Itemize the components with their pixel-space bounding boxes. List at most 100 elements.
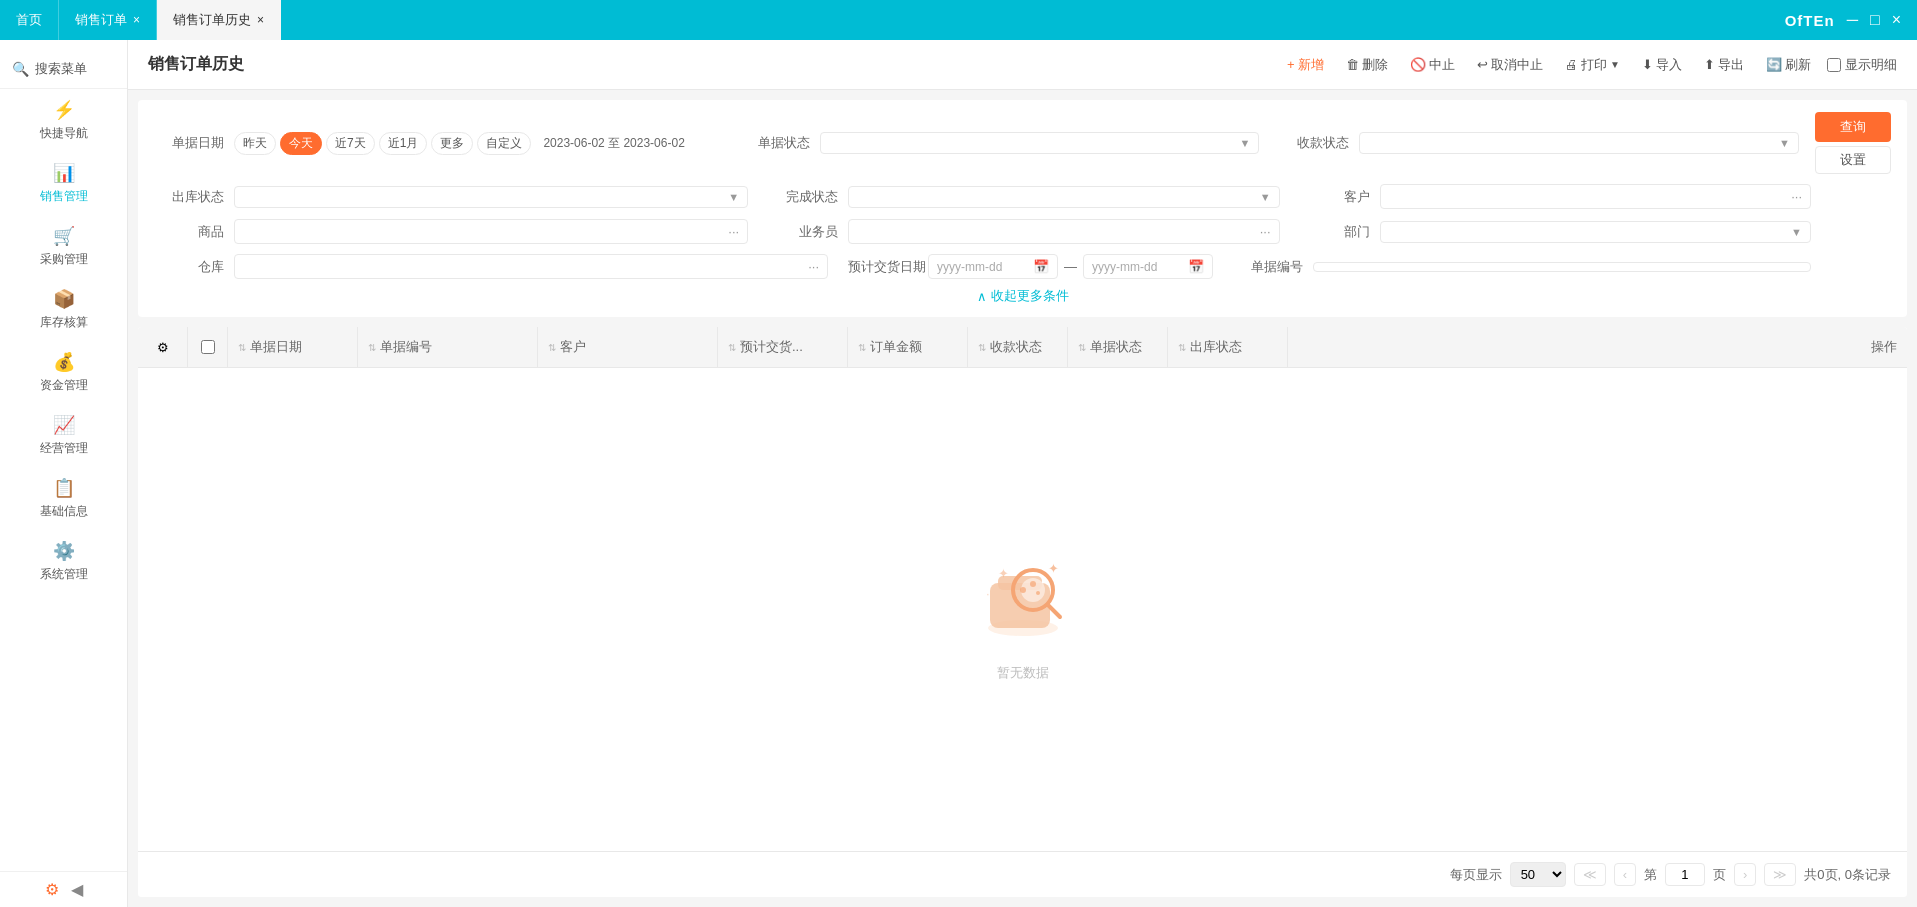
th-settings[interactable]: ⚙ [138, 327, 188, 367]
search-menu[interactable]: 🔍 搜索菜单 [0, 50, 127, 89]
calendar-icon2[interactable]: 📅 [1188, 259, 1204, 274]
complete-status-select[interactable]: ▼ [848, 186, 1279, 208]
date-btn-more[interactable]: 更多 [431, 132, 473, 155]
goods-input[interactable]: ··· [234, 219, 748, 244]
th-action: 操作 [1288, 327, 1907, 367]
empty-text: 暂无数据 [997, 664, 1049, 682]
delivery-date-end-input[interactable]: yyyy-mm-dd 📅 [1083, 254, 1213, 279]
query-button[interactable]: 查询 [1815, 112, 1891, 142]
goods-dots-icon[interactable]: ··· [728, 224, 739, 239]
complete-status-label: 完成状态 [768, 188, 848, 206]
payment-status-select[interactable]: ▼ [1359, 132, 1799, 154]
sidebar-item-purchase[interactable]: 🛒 采购管理 [0, 215, 127, 278]
sidebar-item-operations[interactable]: 📈 经营管理 [0, 404, 127, 467]
cancel-stop-button[interactable]: ↩ 取消中止 [1471, 52, 1549, 78]
date-label: 单据日期 [154, 134, 234, 152]
date-btn-custom[interactable]: 自定义 [477, 132, 531, 155]
date-separator: — [1058, 259, 1083, 274]
tab-sales-order-history-close[interactable]: × [257, 13, 264, 27]
page-input[interactable] [1665, 863, 1705, 886]
stop-button[interactable]: 🚫 中止 [1404, 52, 1461, 78]
brand-name: OfTEn [1785, 12, 1835, 29]
date-btn-yesterday[interactable]: 昨天 [234, 132, 276, 155]
th-delivery[interactable]: ⇅ 预计交货... [718, 327, 848, 367]
sidebar-item-system[interactable]: ⚙️ 系统管理 [0, 530, 127, 593]
window-close-icon[interactable]: × [1892, 11, 1901, 29]
sidebar-item-finance[interactable]: 💰 资金管理 [0, 341, 127, 404]
warehouse-input[interactable]: ··· [234, 254, 828, 279]
sort-icon4: ⇅ [728, 342, 736, 353]
svg-point-7 [1030, 581, 1036, 587]
salesperson-input[interactable]: ··· [848, 219, 1279, 244]
page-size-label: 每页显示 [1450, 866, 1502, 884]
sidebar-item-label: 快捷导航 [40, 125, 88, 142]
delivery-date-start-input[interactable]: yyyy-mm-dd 📅 [928, 254, 1058, 279]
th-checkbox[interactable] [188, 327, 228, 367]
sidebar-settings-icon[interactable]: ⚙ [45, 880, 59, 899]
date-range-display: 2023-06-02 至 2023-06-02 [543, 135, 684, 152]
sidebar-item-label: 采购管理 [40, 251, 88, 268]
display-detail-toggle[interactable]: 显示明细 [1827, 56, 1897, 74]
collapse-label: 收起更多条件 [991, 287, 1069, 305]
th-customer[interactable]: ⇅ 客户 [538, 327, 718, 367]
chevron-down-icon5: ▼ [1791, 226, 1802, 238]
tab-sales-order-close[interactable]: × [133, 13, 140, 27]
salesperson-dots-icon[interactable]: ··· [1260, 224, 1271, 239]
tab-sales-order-history[interactable]: 销售订单历史 × [157, 0, 281, 40]
sidebar-item-basic-info[interactable]: 📋 基础信息 [0, 467, 127, 530]
sort-icon5: ⇅ [858, 342, 866, 353]
page-size-select[interactable]: 50 10 20 100 [1510, 862, 1566, 887]
customer-input[interactable]: ··· [1380, 184, 1811, 209]
date-btn-today[interactable]: 今天 [280, 132, 322, 155]
out-status-select[interactable]: ▼ [234, 186, 748, 208]
date-btn-1month[interactable]: 近1月 [379, 132, 428, 155]
delivery-date-start-text: yyyy-mm-dd [937, 260, 1002, 274]
date-btn-7days[interactable]: 近7天 [326, 132, 375, 155]
tab-sales-order[interactable]: 销售订单 × [59, 0, 157, 40]
sort-icon6: ⇅ [978, 342, 986, 353]
th-date[interactable]: ⇅ 单据日期 [228, 327, 358, 367]
tab-home[interactable]: 首页 [0, 0, 59, 40]
page-first-btn[interactable]: ≪ [1574, 863, 1606, 886]
th-amount[interactable]: ⇅ 订单金额 [848, 327, 968, 367]
settings-button[interactable]: 设置 [1815, 146, 1891, 174]
import-button[interactable]: ⬇ 导入 [1636, 52, 1688, 78]
dept-select[interactable]: ▼ [1380, 221, 1811, 243]
window-maximize-icon[interactable]: □ [1870, 11, 1880, 29]
delete-button[interactable]: 🗑 删除 [1340, 52, 1394, 78]
order-status-select[interactable]: ▼ [820, 132, 1260, 154]
pagination: 每页显示 50 10 20 100 ≪ ‹ 第 页 › ≫ 共0页, 0条记录 [138, 851, 1907, 897]
operations-icon: 📈 [53, 414, 75, 436]
warehouse-dots-icon[interactable]: ··· [808, 259, 819, 274]
window-minimize-icon[interactable]: ─ [1847, 11, 1858, 29]
table-settings-icon[interactable]: ⚙ [157, 340, 169, 355]
refresh-button[interactable]: 🔄 刷新 [1760, 52, 1817, 78]
calendar-icon[interactable]: 📅 [1033, 259, 1049, 274]
svg-point-6 [1020, 587, 1026, 593]
order-no-input[interactable] [1313, 262, 1811, 272]
empty-illustration: ✦ ✦ · [968, 538, 1078, 648]
order-status-label: 单据状态 [740, 134, 820, 152]
sidebar-item-inventory[interactable]: 📦 库存核算 [0, 278, 127, 341]
print-dropdown-icon[interactable]: ▼ [1610, 59, 1620, 70]
print-button[interactable]: 🖨 打印 ▼ [1559, 52, 1626, 78]
th-payment-status[interactable]: ⇅ 收款状态 [968, 327, 1068, 367]
export-button[interactable]: ⬆ 导出 [1698, 52, 1750, 78]
sidebar-item-label: 库存核算 [40, 314, 88, 331]
collapse-more-conditions[interactable]: ∧ 收起更多条件 [154, 287, 1891, 305]
sidebar-item-sales[interactable]: 📊 销售管理 [0, 152, 127, 215]
customer-dots-icon[interactable]: ··· [1791, 189, 1802, 204]
sidebar-collapse-icon[interactable]: ◀ [71, 880, 83, 899]
sidebar-item-quick-nav[interactable]: ⚡ 快捷导航 [0, 89, 127, 152]
finance-icon: 💰 [53, 351, 75, 373]
page-next-btn[interactable]: › [1734, 863, 1756, 886]
display-detail-checkbox[interactable] [1827, 58, 1841, 72]
page-prev-btn[interactable]: ‹ [1614, 863, 1636, 886]
sort-up-down-icon: ⇅ [238, 342, 246, 353]
th-order-status[interactable]: ⇅ 单据状态 [1068, 327, 1168, 367]
th-order-no[interactable]: ⇅ 单据编号 [358, 327, 538, 367]
th-out-status[interactable]: ⇅ 出库状态 [1168, 327, 1288, 367]
select-all-checkbox[interactable] [201, 340, 215, 354]
page-last-btn[interactable]: ≫ [1764, 863, 1796, 886]
new-button[interactable]: + 新增 [1281, 52, 1330, 78]
